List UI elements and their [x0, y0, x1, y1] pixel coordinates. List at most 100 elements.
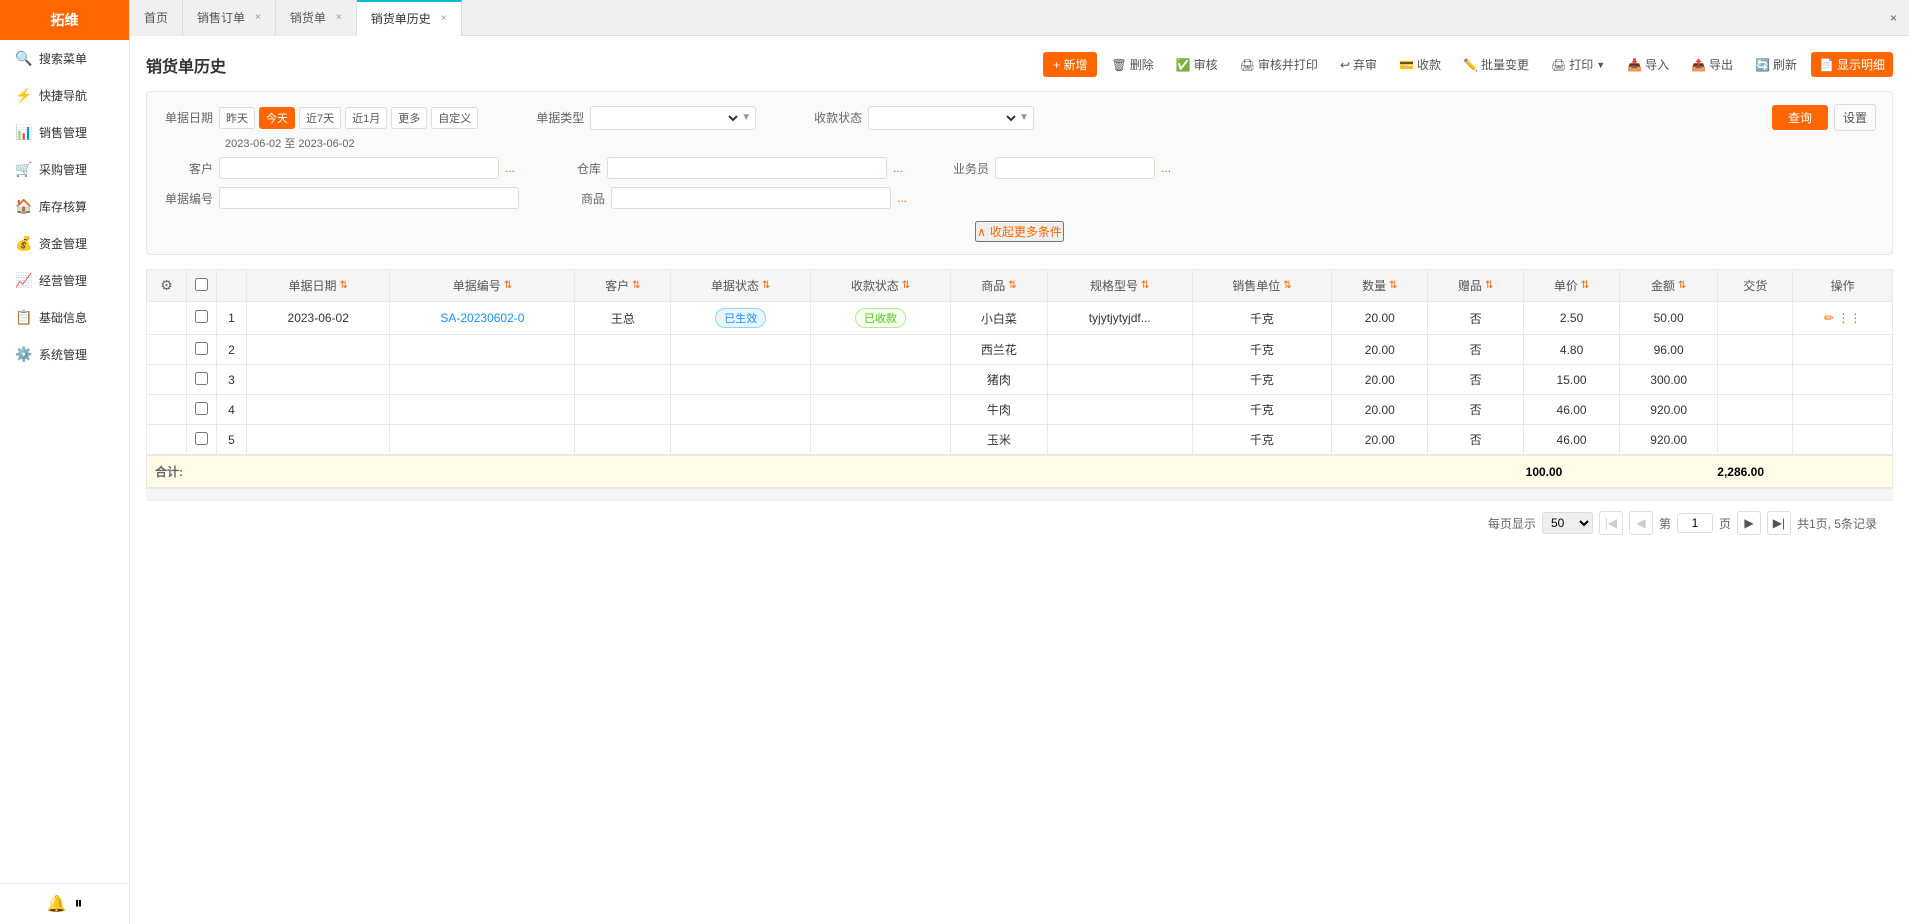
- checkbox-cell[interactable]: [187, 425, 217, 455]
- checkbox-cell[interactable]: [187, 302, 217, 335]
- last-page-btn[interactable]: ▶|: [1767, 511, 1791, 535]
- tab-sales-delivery-close[interactable]: ×: [336, 12, 342, 23]
- sidebar-item-ops-mgmt[interactable]: 📈 经营管理: [0, 262, 129, 299]
- sidebar-item-finance[interactable]: 💰 资金管理: [0, 225, 129, 262]
- col-gear-header[interactable]: ⚙: [147, 270, 187, 302]
- settings-button[interactable]: 设置: [1834, 104, 1876, 131]
- sidebar-item-basic-info[interactable]: 📋 基础信息: [0, 299, 129, 336]
- date-btn-more[interactable]: 更多: [391, 107, 427, 129]
- warehouse-input[interactable]: [607, 157, 887, 179]
- collect-button[interactable]: 💳 收款: [1391, 52, 1449, 77]
- sidebar-item-quick-nav[interactable]: ⚡ 快捷导航: [0, 77, 129, 114]
- row-checkbox[interactable]: [195, 402, 208, 415]
- pay-status-select[interactable]: [869, 107, 1019, 129]
- tab-sales-order[interactable]: 销售订单 ×: [183, 0, 276, 36]
- date-btn-custom[interactable]: 自定义: [431, 107, 478, 129]
- batch-change-button[interactable]: ✏️ 批量变更: [1455, 52, 1537, 77]
- salesperson-input[interactable]: [995, 157, 1155, 179]
- action-cell[interactable]: ✏ ⋮⋮: [1793, 302, 1893, 335]
- date-btn-1month[interactable]: 近1月: [345, 107, 387, 129]
- notification-icon[interactable]: 🔔: [47, 894, 67, 914]
- customer-ellipsis-btn[interactable]: ...: [505, 161, 515, 175]
- action-cell[interactable]: [1793, 335, 1893, 365]
- new-button[interactable]: + 新增: [1043, 52, 1097, 77]
- row-checkbox[interactable]: [195, 432, 208, 445]
- col-docdate-header[interactable]: 单据日期⇅: [247, 270, 390, 302]
- audit-print-button[interactable]: 🖨 审核并打印: [1232, 52, 1326, 77]
- checkbox-cell[interactable]: [187, 365, 217, 395]
- doc-no-cell[interactable]: [390, 365, 575, 395]
- refresh-button[interactable]: 🔄 刷新: [1747, 52, 1805, 77]
- doc-type-select[interactable]: [591, 107, 741, 129]
- row-checkbox[interactable]: [195, 310, 208, 323]
- collapse-button[interactable]: ∧ 收起更多条件: [975, 221, 1064, 242]
- action-cell[interactable]: [1793, 395, 1893, 425]
- salesperson-ellipsis-btn[interactable]: ...: [1161, 161, 1171, 175]
- date-btn-7days[interactable]: 近7天: [299, 107, 341, 129]
- product-ellipsis-btn[interactable]: ...: [897, 191, 907, 205]
- sidebar-item-sales-mgmt[interactable]: 📊 销售管理: [0, 114, 129, 151]
- col-spec-header[interactable]: 规格型号⇅: [1047, 270, 1192, 302]
- print-button[interactable]: 🖨 打印 ▼: [1543, 52, 1613, 77]
- doc-no-cell[interactable]: [390, 395, 575, 425]
- tab-sales-history[interactable]: 销货单历史 ×: [357, 0, 462, 36]
- col-unitprice-header[interactable]: 单价⇅: [1524, 270, 1620, 302]
- horizontal-scrollbar[interactable]: [146, 488, 1893, 500]
- sidebar-item-sys-mgmt[interactable]: ⚙️ 系统管理: [0, 336, 129, 373]
- col-customer-header[interactable]: 客户⇅: [575, 270, 671, 302]
- tab-sales-delivery[interactable]: 销货单 ×: [276, 0, 357, 36]
- abandon-button[interactable]: ↩ 弃审: [1332, 52, 1385, 77]
- sidebar-item-search-menu[interactable]: 🔍 搜索菜单: [0, 40, 129, 77]
- per-page-select[interactable]: 50 100: [1542, 512, 1593, 534]
- show-detail-button[interactable]: 📄 显示明细: [1811, 52, 1893, 77]
- action-cell[interactable]: [1793, 365, 1893, 395]
- delete-button[interactable]: 🗑 删除: [1103, 52, 1161, 77]
- purchase-mgmt-icon: 🛒: [15, 161, 31, 178]
- prev-page-btn[interactable]: ◀: [1629, 511, 1653, 535]
- tab-home[interactable]: 首页: [130, 0, 183, 36]
- tab-sales-order-close[interactable]: ×: [255, 12, 261, 23]
- next-page-btn[interactable]: ▶: [1737, 511, 1761, 535]
- sidebar-item-purchase-mgmt[interactable]: 🛒 采购管理: [0, 151, 129, 188]
- col-checkbox-header[interactable]: [187, 270, 217, 302]
- tab-sales-history-close[interactable]: ×: [441, 13, 447, 24]
- col-qty-header[interactable]: 数量⇅: [1332, 270, 1428, 302]
- col-amount-header[interactable]: 金额⇅: [1620, 270, 1718, 302]
- tabs-close-all-button[interactable]: ×: [1878, 11, 1909, 25]
- sidebar-item-inventory[interactable]: 🏠 库存核算: [0, 188, 129, 225]
- doc-no-link[interactable]: SA-20230602-0: [440, 311, 524, 325]
- col-gift-header[interactable]: 赠品⇅: [1428, 270, 1524, 302]
- checkbox-cell[interactable]: [187, 335, 217, 365]
- doc-no-cell[interactable]: [390, 335, 575, 365]
- customer-input[interactable]: [219, 157, 499, 179]
- select-all-checkbox[interactable]: [195, 278, 208, 291]
- doc-no-input[interactable]: [219, 187, 519, 209]
- more-action-btn[interactable]: ⋮⋮: [1837, 311, 1861, 325]
- warehouse-ellipsis-btn[interactable]: ...: [893, 161, 903, 175]
- query-button[interactable]: 查询: [1772, 105, 1828, 130]
- edit-action-btn[interactable]: ✏: [1824, 311, 1834, 325]
- row-checkbox[interactable]: [195, 342, 208, 355]
- salesunit-sort-icon: ⇅: [1283, 280, 1291, 291]
- import-button[interactable]: 📥 导入: [1619, 52, 1677, 77]
- product-input[interactable]: [611, 187, 891, 209]
- total-info: 共1页, 5条记录: [1797, 515, 1877, 532]
- audit-button[interactable]: ✅ 审核: [1168, 52, 1226, 77]
- col-product-header[interactable]: 商品⇅: [950, 270, 1047, 302]
- action-cell[interactable]: [1793, 425, 1893, 455]
- checkbox-cell[interactable]: [187, 395, 217, 425]
- col-salesunit-header[interactable]: 销售单位⇅: [1192, 270, 1332, 302]
- doc-no-cell[interactable]: [390, 425, 575, 455]
- export-button[interactable]: 📤 导出: [1683, 52, 1741, 77]
- col-docstatus-header[interactable]: 单据状态⇅: [671, 270, 811, 302]
- date-btn-today[interactable]: 今天: [259, 107, 295, 129]
- col-paystatus-header[interactable]: 收款状态⇅: [811, 270, 951, 302]
- pause-icon[interactable]: ⏸: [74, 895, 82, 913]
- first-page-btn[interactable]: |◀: [1599, 511, 1623, 535]
- row-checkbox[interactable]: [195, 372, 208, 385]
- doc-no-cell[interactable]: SA-20230602-0: [390, 302, 575, 335]
- date-btn-yesterday[interactable]: 昨天: [219, 107, 255, 129]
- page-number-input[interactable]: [1677, 513, 1713, 533]
- gear-settings-btn[interactable]: ⚙: [160, 277, 173, 294]
- col-docno-header[interactable]: 单据编号⇅: [390, 270, 575, 302]
